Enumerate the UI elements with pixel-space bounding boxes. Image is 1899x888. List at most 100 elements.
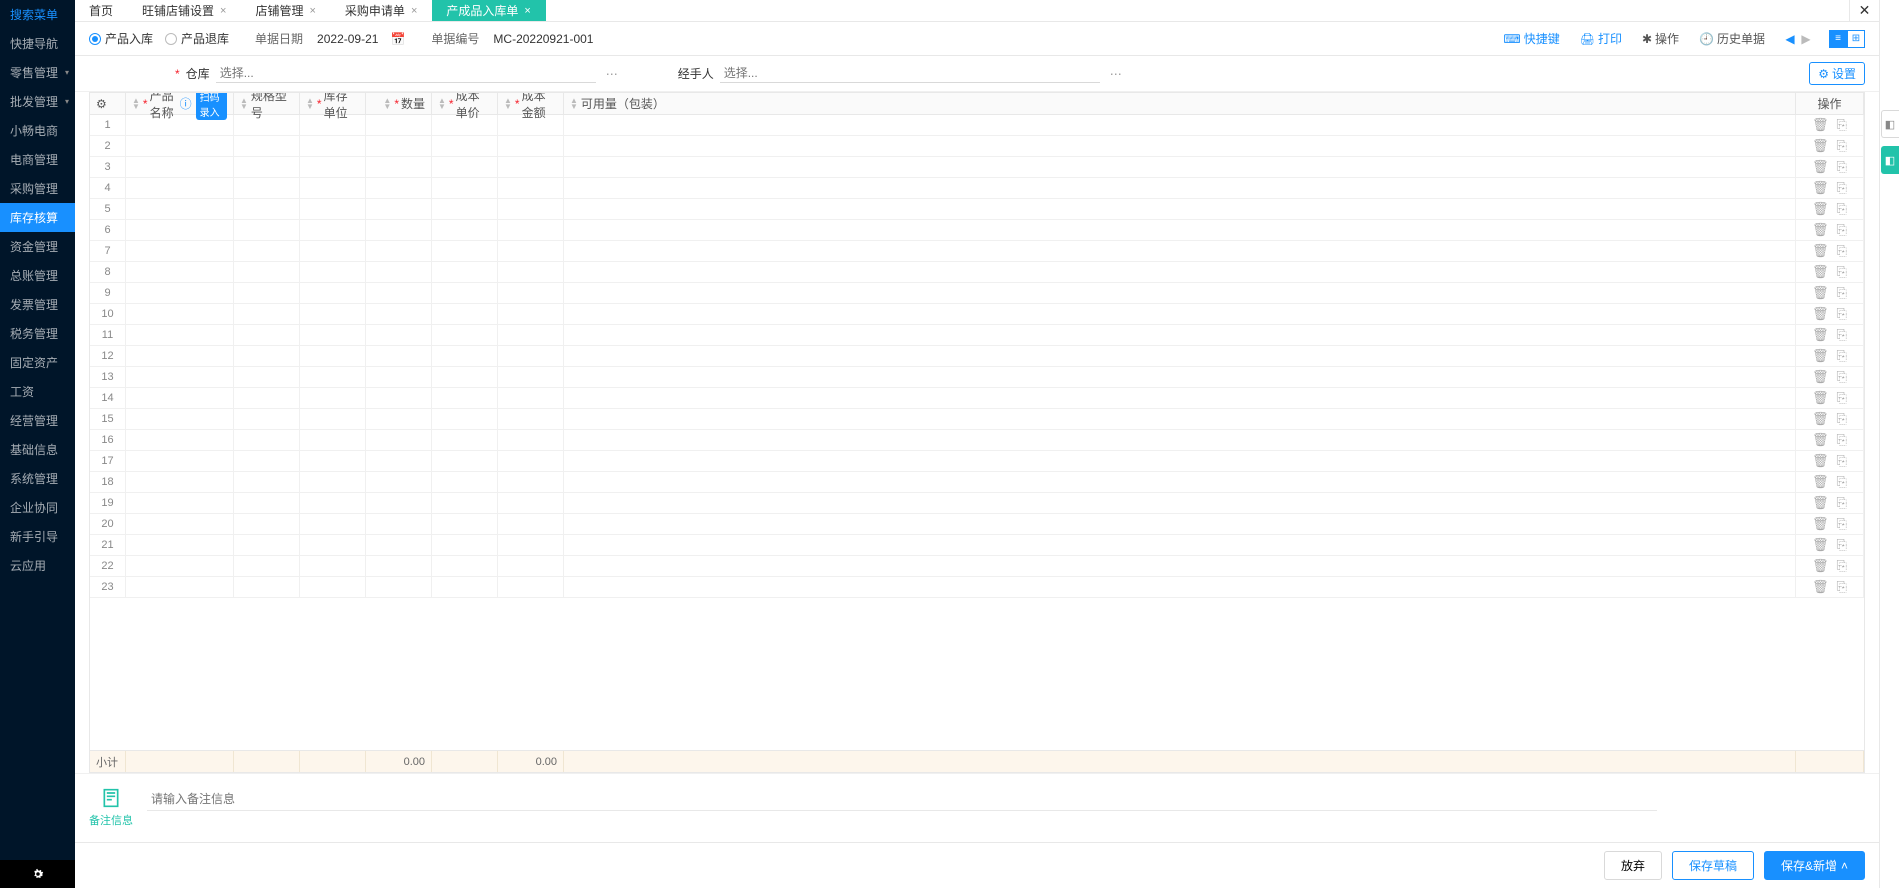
copy-icon[interactable]: ⎘	[1837, 222, 1847, 238]
copy-icon[interactable]: ⎘	[1837, 453, 1847, 469]
warehouse-more-icon[interactable]: ⋯	[602, 67, 622, 81]
copy-icon[interactable]: ⎘	[1837, 201, 1847, 217]
handler-select[interactable]	[720, 64, 1100, 83]
tab-3[interactable]: 采购申请单×	[331, 0, 432, 21]
sidebar-item-16[interactable]: 企业协同	[0, 493, 75, 522]
col-qty[interactable]: ▲▼*数量	[366, 93, 432, 114]
copy-icon[interactable]: ⎘	[1837, 138, 1847, 154]
sidebar-item-4[interactable]: 电商管理	[0, 145, 75, 174]
delete-icon[interactable]: 🗑	[1812, 369, 1829, 385]
delete-icon[interactable]: 🗑	[1812, 495, 1829, 511]
copy-icon[interactable]: ⎘	[1837, 180, 1847, 196]
delete-icon[interactable]: 🗑	[1812, 411, 1829, 427]
sidebar-item-9[interactable]: 发票管理	[0, 290, 75, 319]
copy-icon[interactable]: ⎘	[1837, 411, 1847, 427]
sidebar-item-11[interactable]: 固定资产	[0, 348, 75, 377]
copy-icon[interactable]: ⎘	[1837, 432, 1847, 448]
tab-2[interactable]: 店铺管理×	[241, 0, 330, 21]
col-unit[interactable]: ▲▼*库存单位	[300, 93, 366, 114]
date-value[interactable]: 2022-09-21	[317, 32, 378, 46]
remarks-input[interactable]	[147, 788, 1657, 811]
table-row[interactable]: 2🗑⎘	[90, 136, 1864, 157]
table-row[interactable]: 22🗑⎘	[90, 556, 1864, 577]
copy-icon[interactable]: ⎘	[1837, 579, 1847, 595]
table-row[interactable]: 23🗑⎘	[90, 577, 1864, 598]
table-row[interactable]: 8🗑⎘	[90, 262, 1864, 283]
sidebar-item-8[interactable]: 总账管理	[0, 261, 75, 290]
radio-product-in[interactable]: 产品入库	[89, 30, 153, 47]
delete-icon[interactable]: 🗑	[1812, 453, 1829, 469]
sidebar-item-17[interactable]: 新手引导	[0, 522, 75, 551]
table-row[interactable]: 16🗑⎘	[90, 430, 1864, 451]
warehouse-select[interactable]	[216, 64, 596, 83]
grid-settings-button[interactable]: ⚙设置	[1809, 62, 1865, 85]
table-row[interactable]: 15🗑⎘	[90, 409, 1864, 430]
delete-icon[interactable]: 🗑	[1812, 159, 1829, 175]
close-icon[interactable]: ×	[309, 5, 315, 17]
copy-icon[interactable]: ⎘	[1837, 264, 1847, 280]
calendar-icon[interactable]: 📅	[390, 32, 405, 46]
table-row[interactable]: 13🗑⎘	[90, 367, 1864, 388]
sidebar-item-0[interactable]: 快捷导航	[0, 29, 75, 58]
table-row[interactable]: 4🗑⎘	[90, 178, 1864, 199]
sidebar-item-10[interactable]: 税务管理	[0, 319, 75, 348]
sidebar-item-15[interactable]: 系统管理	[0, 464, 75, 493]
table-row[interactable]: 11🗑⎘	[90, 325, 1864, 346]
nav-prev-icon[interactable]: ◀	[1783, 32, 1797, 46]
table-row[interactable]: 19🗑⎘	[90, 493, 1864, 514]
delete-icon[interactable]: 🗑	[1812, 306, 1829, 322]
delete-icon[interactable]: 🗑	[1812, 516, 1829, 532]
table-row[interactable]: 7🗑⎘	[90, 241, 1864, 262]
dock-item-1[interactable]: ◧	[1881, 110, 1899, 138]
sidebar-search[interactable]: 搜索菜单	[0, 0, 75, 29]
delete-icon[interactable]: 🗑	[1812, 432, 1829, 448]
col-gear[interactable]: ⚙	[90, 93, 126, 114]
radio-product-out[interactable]: 产品退库	[165, 30, 229, 47]
copy-icon[interactable]: ⎘	[1837, 390, 1847, 406]
tab-1[interactable]: 旺铺店铺设置×	[128, 0, 241, 21]
col-amount[interactable]: ▲▼*成本金额	[498, 93, 564, 114]
save-new-button[interactable]: 保存&新增˄	[1764, 851, 1865, 880]
copy-icon[interactable]: ⎘	[1837, 495, 1847, 511]
col-product[interactable]: ▲▼*产品名称ⓘ扫码录入	[126, 93, 234, 114]
copy-icon[interactable]: ⎘	[1837, 474, 1847, 490]
copy-icon[interactable]: ⎘	[1837, 159, 1847, 175]
delete-icon[interactable]: 🗑	[1812, 117, 1829, 133]
table-row[interactable]: 3🗑⎘	[90, 157, 1864, 178]
close-icon[interactable]: ×	[220, 5, 226, 17]
col-price[interactable]: ▲▼*成本单价	[432, 93, 498, 114]
close-icon[interactable]: ×	[524, 5, 530, 17]
copy-icon[interactable]: ⎘	[1837, 369, 1847, 385]
copy-icon[interactable]: ⎘	[1837, 285, 1847, 301]
table-row[interactable]: 20🗑⎘	[90, 514, 1864, 535]
delete-icon[interactable]: 🗑	[1812, 264, 1829, 280]
copy-icon[interactable]: ⎘	[1837, 117, 1847, 133]
sidebar-item-5[interactable]: 采购管理	[0, 174, 75, 203]
tab-4[interactable]: 产成品入库单×	[432, 0, 545, 21]
copy-icon[interactable]: ⎘	[1837, 516, 1847, 532]
table-row[interactable]: 5🗑⎘	[90, 199, 1864, 220]
dock-item-2[interactable]: ◧	[1881, 146, 1899, 174]
scan-badge[interactable]: 扫码录入	[196, 92, 227, 120]
view-list-icon[interactable]: ≡	[1829, 30, 1847, 48]
table-row[interactable]: 21🗑⎘	[90, 535, 1864, 556]
sidebar-item-2[interactable]: 批发管理▾	[0, 87, 75, 116]
delete-icon[interactable]: 🗑	[1812, 390, 1829, 406]
delete-icon[interactable]: 🗑	[1812, 285, 1829, 301]
sidebar-item-6[interactable]: 库存核算	[0, 203, 75, 232]
copy-icon[interactable]: ⎘	[1837, 348, 1847, 364]
table-row[interactable]: 14🗑⎘	[90, 388, 1864, 409]
table-row[interactable]: 6🗑⎘	[90, 220, 1864, 241]
delete-icon[interactable]: 🗑	[1812, 579, 1829, 595]
delete-icon[interactable]: 🗑	[1812, 474, 1829, 490]
nav-next-icon[interactable]: ▶	[1799, 32, 1813, 46]
table-row[interactable]: 9🗑⎘	[90, 283, 1864, 304]
table-row[interactable]: 12🗑⎘	[90, 346, 1864, 367]
table-row[interactable]: 18🗑⎘	[90, 472, 1864, 493]
copy-icon[interactable]: ⎘	[1837, 327, 1847, 343]
delete-icon[interactable]: 🗑	[1812, 222, 1829, 238]
delete-icon[interactable]: 🗑	[1812, 201, 1829, 217]
save-draft-button[interactable]: 保存草稿	[1672, 851, 1754, 880]
col-spec[interactable]: ▲▼规格型号	[234, 93, 300, 114]
view-grid-icon[interactable]: ⊞	[1847, 30, 1865, 48]
